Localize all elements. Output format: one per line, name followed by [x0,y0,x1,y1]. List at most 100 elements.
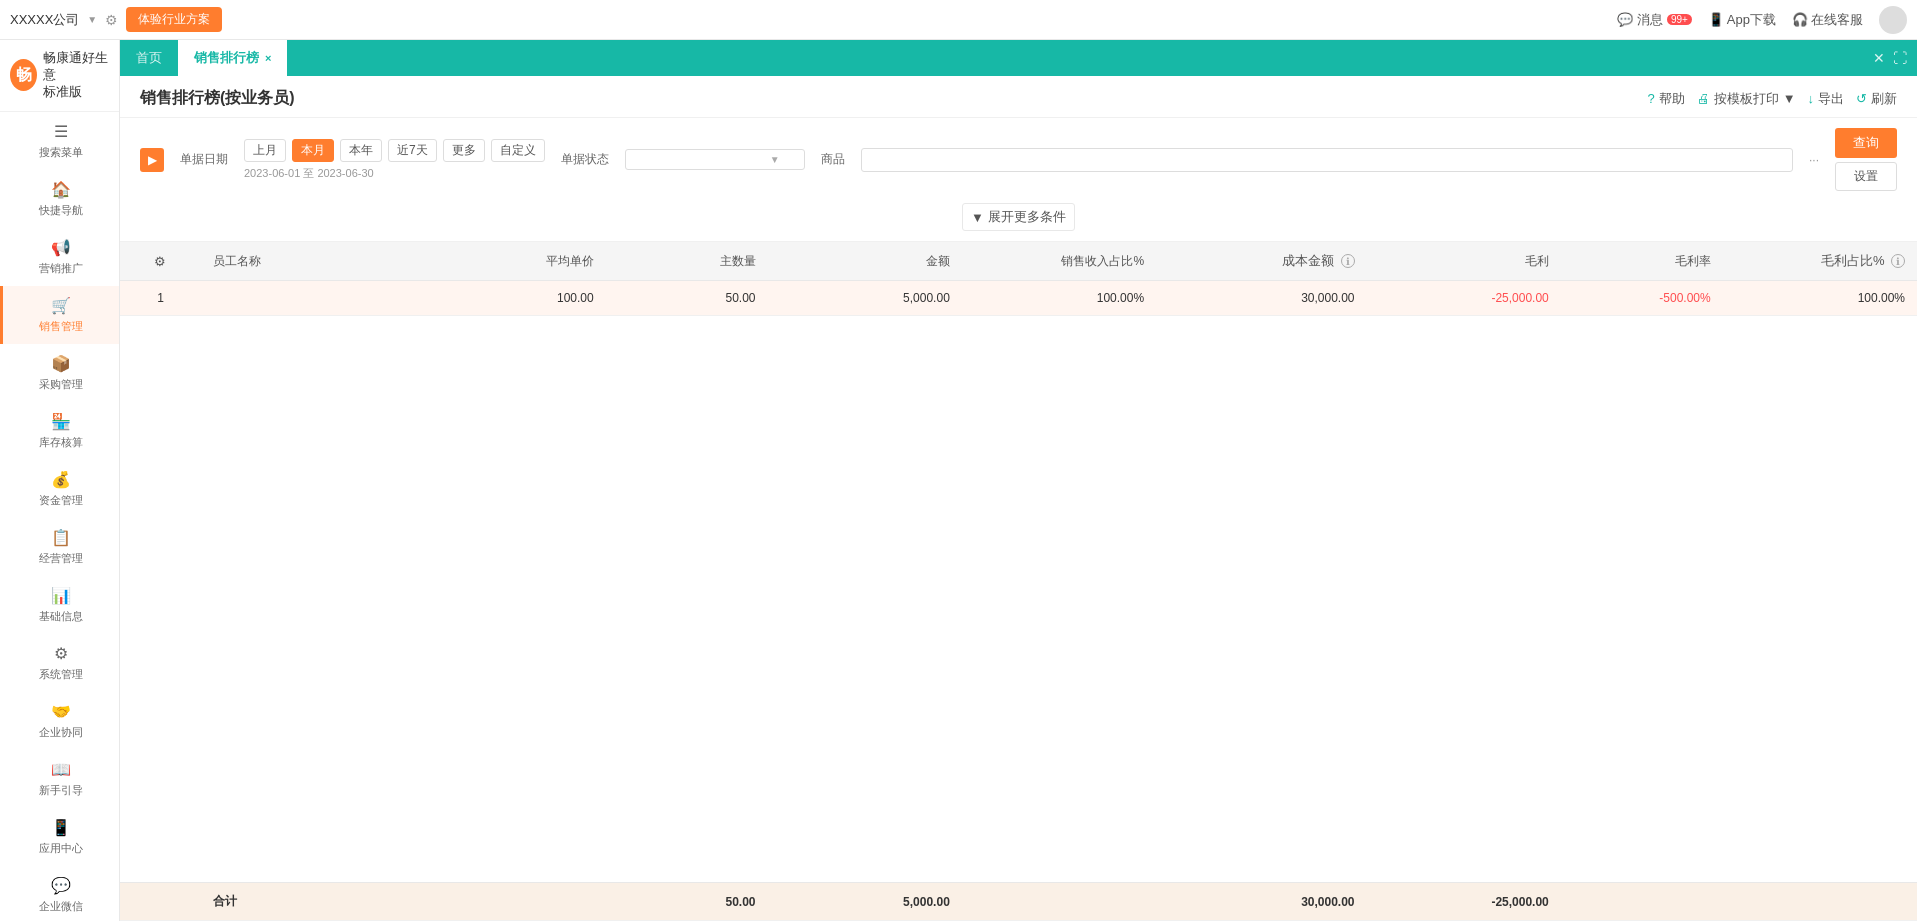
cell-rank: 1 [120,281,201,316]
sidebar-item-system[interactable]: ⚙ 系统管理 [0,634,119,692]
status-select[interactable]: ▼ [625,149,805,170]
sidebar-item-operations[interactable]: 📋 经营管理 [0,518,119,576]
tab-home[interactable]: 首页 [120,40,178,76]
last-month-btn[interactable]: 上月 [244,139,286,162]
inventory-icon: 🏪 [51,412,71,431]
footer-blank [120,883,201,921]
query-button[interactable]: 查询 [1835,128,1897,158]
refresh-button[interactable]: ↺ 刷新 [1856,90,1897,108]
tab-sales-ranking[interactable]: 销售排行榜 × [178,40,287,76]
export-icon: ↓ [1808,91,1815,106]
page-header: 销售排行榜(按业务员) ? 帮助 🖨 按模板打印 ▼ ↓ 导出 [120,76,1917,118]
tab-bar: 首页 销售排行榜 × ✕ ⛶ [120,40,1917,76]
goods-label: 商品 [821,151,845,168]
message-badge: 99+ [1667,14,1692,25]
app-center-icon: 📱 [51,818,71,837]
print-button[interactable]: 🖨 按模板打印 ▼ [1697,90,1796,108]
tab-actions: ✕ ⛶ [1863,50,1917,66]
this-year-btn[interactable]: 本年 [340,139,382,162]
sidebar-item-marketing[interactable]: 📢 营销推广 [0,228,119,286]
filter-bar: ▶ 单据日期 上月 本月 本年 近7天 更多 自定义 2023-06-01 至 … [120,118,1917,242]
print-icon: 🖨 [1697,91,1710,106]
date-options: 上月 本月 本年 近7天 更多 自定义 [244,139,545,162]
expand-button[interactable]: ▼ 展开更多条件 [962,203,1075,231]
page-content: 销售排行榜(按业务员) ? 帮助 🖨 按模板打印 ▼ ↓ 导出 [120,76,1917,921]
sidebar-item-wechat[interactable]: 💬 企业微信 [0,866,119,921]
trial-button[interactable]: 体验行业方案 [126,7,222,32]
filter-more-icon[interactable]: ··· [1809,153,1819,167]
last7-btn[interactable]: 近7天 [388,139,437,162]
headset-icon: 🎧 [1792,12,1808,27]
marketing-icon: 📢 [51,238,71,257]
sidebar-item-quick-nav[interactable]: 🏠 快捷导航 [0,170,119,228]
th-avg-price: 平均单价 [444,242,606,281]
cell-gross: -25,000.00 [1367,281,1561,316]
footer-gross-rate [1561,883,1723,921]
company-name: XXXXX公司 [10,11,79,29]
table-footer: 合计 50.00 5,000.00 30,000.00 -25,000.00 [120,882,1917,921]
sidebar-item-purchase[interactable]: 📦 采购管理 [0,344,119,402]
sidebar-item-basic-info[interactable]: 📊 基础信息 [0,576,119,634]
expand-icon: ▼ [971,210,984,225]
guide-icon: 📖 [51,760,71,779]
sidebar-item-enterprise[interactable]: 🤝 企业协同 [0,692,119,750]
top-bar-left: XXXXX公司 ▼ ⚙ 体验行业方案 [10,7,1617,32]
sidebar-logo: 畅 畅康通好生意 标准版 [0,40,119,112]
table-header-row: ⚙ 员工名称 平均单价 主数量 金额 销售收入占比% 成本金额 ℹ 毛利 [120,242,1917,281]
query-actions: 查询 设置 [1835,128,1897,191]
help-icon: ? [1647,91,1654,106]
operations-icon: 📋 [51,528,71,547]
online-service-btn[interactable]: 🎧 在线客服 [1792,11,1863,29]
cost-info-icon[interactable]: ℹ [1341,254,1355,268]
cell-total: 5,000.00 [768,281,962,316]
filter-toggle-button[interactable]: ▶ [140,148,164,172]
tab-close-icon[interactable]: × [265,52,271,64]
sidebar-item-inventory[interactable]: 🏪 库存核算 [0,402,119,460]
th-gross: 毛利 [1367,242,1561,281]
th-total: 金额 [768,242,962,281]
refresh-icon: ↺ [1856,91,1867,106]
custom-btn[interactable]: 自定义 [491,139,545,162]
app-download-btn[interactable]: 📱 App下载 [1708,11,1776,29]
sidebar-item-app-center[interactable]: 📱 应用中心 [0,808,119,866]
more-btn[interactable]: 更多 [443,139,485,162]
settings-button[interactable]: 设置 [1835,162,1897,191]
cell-cost: 30,000.00 [1156,281,1366,316]
cell-gross-rate: -500.00% [1561,281,1723,316]
enterprise-icon: 🤝 [51,702,71,721]
company-settings-icon[interactable]: ⚙ [105,12,118,28]
sidebar-item-sales[interactable]: 🛒 销售管理 [0,286,119,344]
sidebar-item-finance[interactable]: 💰 资金管理 [0,460,119,518]
sidebar-item-guide[interactable]: 📖 新手引导 [0,750,119,808]
print-dropdown-icon[interactable]: ▼ [1783,91,1796,106]
footer-sales-pct [962,883,1156,921]
window-max-icon[interactable]: ⛶ [1893,50,1907,66]
window-close-icon[interactable]: ✕ [1873,50,1885,66]
th-gear-icon[interactable]: ⚙ [154,254,166,269]
logo-icon: 畅 [10,59,37,91]
content-area: 首页 销售排行榜 × ✕ ⛶ 销售排行榜(按业务员) ? 帮助 [120,40,1917,921]
company-dropdown-icon[interactable]: ▼ [87,14,97,25]
goods-input[interactable] [861,148,1793,172]
logo-text: 畅康通好生意 标准版 [43,50,109,101]
cell-gross-pct: 100.00% [1723,281,1917,316]
export-button[interactable]: ↓ 导出 [1808,90,1845,108]
main-layout: 畅 畅康通好生意 标准版 ☰ 搜索菜单 🏠 快捷导航 📢 营销推广 🛒 销售管理… [0,40,1917,921]
cell-sales-pct: 100.00% [962,281,1156,316]
avatar[interactable] [1879,6,1907,34]
help-button[interactable]: ? 帮助 [1647,90,1684,108]
th-gross-pct: 毛利占比% ℹ [1723,242,1917,281]
grosspct-info-icon[interactable]: ℹ [1891,254,1905,268]
sidebar-item-search-order[interactable]: ☰ 搜索菜单 [0,112,119,170]
th-qty: 主数量 [606,242,768,281]
message-area[interactable]: 💬 消息 99+ [1617,11,1692,29]
th-name: 员工名称 [201,242,444,281]
cell-name [201,281,444,316]
date-range-display: 2023-06-01 至 2023-06-30 [244,166,545,181]
footer-cost: 30,000.00 [1156,883,1366,921]
system-icon: ⚙ [54,644,68,663]
status-select-arrow: ▼ [770,154,780,165]
this-month-btn[interactable]: 本月 [292,139,334,162]
wechat-icon: 💬 [51,876,71,895]
cell-avg-price: 100.00 [444,281,606,316]
